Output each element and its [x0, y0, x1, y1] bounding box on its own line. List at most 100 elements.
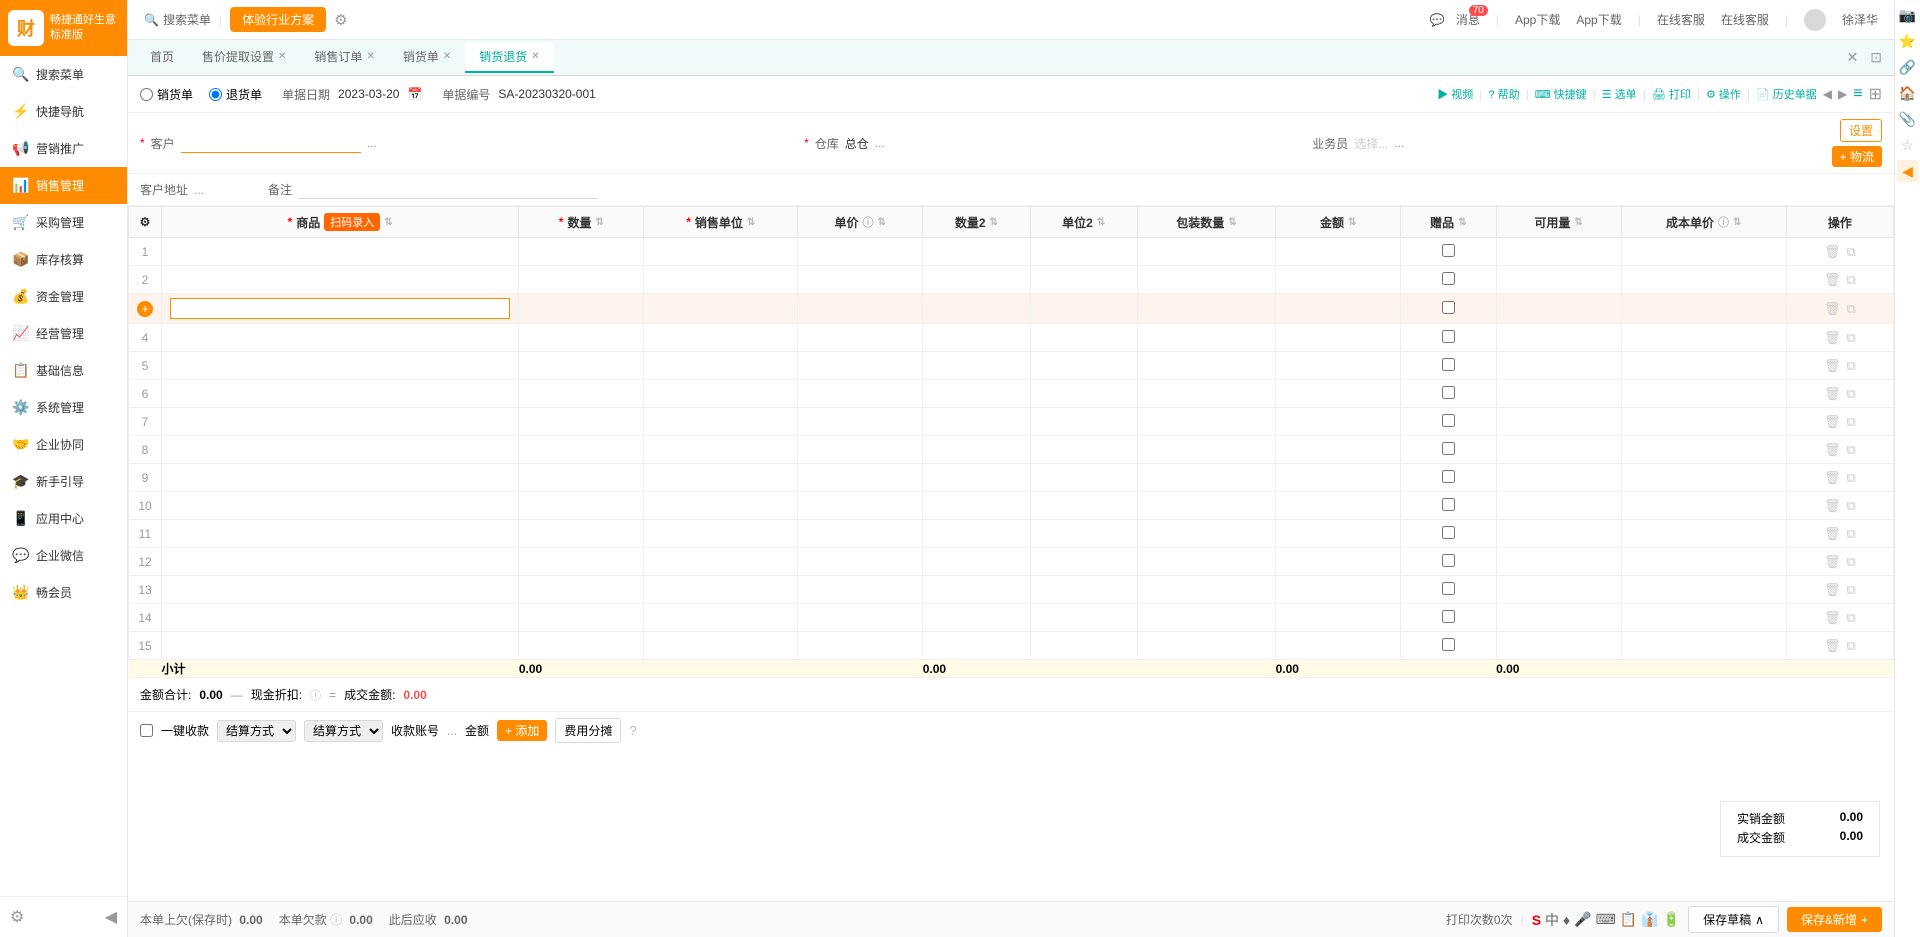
row-unit-price-8[interactable]: [798, 436, 923, 464]
row-qty-6[interactable]: [519, 380, 644, 408]
row-cost-price-9[interactable]: [1621, 464, 1786, 492]
sidebar-item-marketing[interactable]: 📢 营销推广: [0, 130, 127, 167]
shortcut-link[interactable]: ⌨ 快捷键: [1535, 86, 1587, 102]
row-pack-qty-4[interactable]: [1137, 324, 1275, 352]
row-product-5[interactable]: [162, 352, 519, 380]
app-download-link[interactable]: App下载: [1515, 11, 1560, 28]
row-copy-8[interactable]: ⧉: [1846, 442, 1855, 458]
row-gift-10[interactable]: [1401, 492, 1496, 520]
row-copy-13[interactable]: ⧉: [1846, 582, 1855, 598]
sidebar-item-shortcut[interactable]: ⚡ 快捷导航: [0, 93, 127, 130]
row-cost-price-3[interactable]: [1621, 294, 1786, 324]
video-icon[interactable]: ▶ 视频: [1437, 86, 1473, 102]
row-product-9[interactable]: [162, 464, 519, 492]
row-copy-15[interactable]: ⧉: [1846, 638, 1855, 654]
tab-return-close[interactable]: ✕: [531, 51, 539, 62]
row-pack-qty-13[interactable]: [1137, 576, 1275, 604]
staff-dots[interactable]: ...: [1394, 136, 1404, 150]
tab-delivery-close[interactable]: ✕: [443, 51, 451, 62]
row-available-11[interactable]: [1496, 520, 1621, 548]
row-copy-9[interactable]: ⧉: [1846, 470, 1855, 486]
row-copy-14[interactable]: ⧉: [1846, 610, 1855, 626]
window-close-btn[interactable]: ✕: [1843, 47, 1863, 68]
row-unit2-13[interactable]: [1030, 576, 1137, 604]
row-pack-qty-2[interactable]: [1137, 266, 1275, 294]
row-pack-qty-8[interactable]: [1137, 436, 1275, 464]
one-click-checkbox[interactable]: [140, 724, 153, 737]
row-sales-unit-13[interactable]: [644, 576, 798, 604]
row-unit-price-12[interactable]: [798, 548, 923, 576]
row-amount-5[interactable]: [1276, 352, 1401, 380]
row-pack-qty-5[interactable]: [1137, 352, 1275, 380]
row-amount-14[interactable]: [1276, 604, 1401, 632]
rp-icon-3[interactable]: 🔗: [1897, 56, 1919, 78]
row-available-5[interactable]: [1496, 352, 1621, 380]
remark-input[interactable]: [298, 180, 598, 199]
row-product-11[interactable]: [162, 520, 519, 548]
tab-return[interactable]: 销货退货 ✕: [465, 42, 553, 73]
row-sales-unit-10[interactable]: [644, 492, 798, 520]
row-unit2-1[interactable]: [1030, 238, 1137, 266]
experience-btn[interactable]: 体验行业方案: [230, 7, 326, 32]
add-payment-btn[interactable]: + 添加: [497, 720, 547, 741]
row-copy-1[interactable]: ⧉: [1846, 244, 1855, 260]
scan-btn[interactable]: 扫码录入: [324, 213, 380, 231]
rp-icon-4[interactable]: 🏠: [1897, 82, 1919, 104]
row-qty-2[interactable]: [519, 266, 644, 294]
row-pack-qty-3[interactable]: [1137, 294, 1275, 324]
fee-split-btn[interactable]: 费用分摊: [555, 718, 621, 743]
sidebar-item-member[interactable]: 👑 畅会员: [0, 574, 127, 611]
row-copy-10[interactable]: ⧉: [1846, 498, 1855, 514]
row-product-15[interactable]: [162, 632, 519, 660]
radio-delivery-input[interactable]: [140, 88, 153, 101]
row-sales-unit-1[interactable]: [644, 238, 798, 266]
available-sort-icon[interactable]: ⇅: [1574, 217, 1582, 228]
operate-link[interactable]: ⚙ 操作: [1706, 86, 1741, 102]
customer-input[interactable]: [181, 134, 361, 153]
row-cost-price-1[interactable]: [1621, 238, 1786, 266]
sidebar-item-apps[interactable]: 📱 应用中心: [0, 500, 127, 537]
tab-order[interactable]: 销售订单 ✕: [300, 42, 388, 73]
row-qty2-4[interactable]: [923, 324, 1030, 352]
row-gift-2[interactable]: [1401, 266, 1496, 294]
row-sales-unit-7[interactable]: [644, 408, 798, 436]
row-qty-9[interactable]: [519, 464, 644, 492]
row-unit-price-2[interactable]: [798, 266, 923, 294]
row-sales-unit-2[interactable]: [644, 266, 798, 294]
unit2-sort-icon[interactable]: ⇅: [1097, 217, 1105, 228]
row-unit-price-15[interactable]: [798, 632, 923, 660]
row-cost-price-4[interactable]: [1621, 324, 1786, 352]
row-gift-7[interactable]: [1401, 408, 1496, 436]
row-cost-price-13[interactable]: [1621, 576, 1786, 604]
row-amount-7[interactable]: [1276, 408, 1401, 436]
row-delete-3[interactable]: 🗑: [1824, 301, 1841, 317]
row-qty2-2[interactable]: [923, 266, 1030, 294]
row-unit-price-3[interactable]: [798, 294, 923, 324]
window-max-btn[interactable]: ⊡: [1866, 47, 1886, 68]
history-link[interactable]: 📄 历史单据: [1756, 86, 1817, 102]
settings-btn[interactable]: 设置: [1840, 119, 1882, 142]
sidebar-item-inventory[interactable]: 📦 库存核算: [0, 241, 127, 278]
row-available-4[interactable]: [1496, 324, 1621, 352]
save-draft-btn[interactable]: 保存草稿 ∧: [1688, 906, 1779, 933]
add-logistics-btn[interactable]: + 物流: [1832, 146, 1882, 167]
row-qty2-10[interactable]: [923, 492, 1030, 520]
row-qty2-13[interactable]: [923, 576, 1030, 604]
row-product-2[interactable]: [162, 266, 519, 294]
row-qty2-11[interactable]: [923, 520, 1030, 548]
row-product-8[interactable]: [162, 436, 519, 464]
customer-dots[interactable]: ...: [367, 136, 377, 150]
sidebar-item-purchase[interactable]: 🛒 采购管理: [0, 204, 127, 241]
row-delete-1[interactable]: 🗑: [1824, 244, 1841, 260]
row-pack-qty-14[interactable]: [1137, 604, 1275, 632]
sidebar-item-system[interactable]: ⚙️ 系统管理: [0, 389, 127, 426]
cost-price-sort-icon[interactable]: ⇅: [1733, 217, 1741, 228]
row-sales-unit-14[interactable]: [644, 604, 798, 632]
row-qty-4[interactable]: [519, 324, 644, 352]
row-unit2-15[interactable]: [1030, 632, 1137, 660]
row-pack-qty-12[interactable]: [1137, 548, 1275, 576]
row-qty2-9[interactable]: [923, 464, 1030, 492]
row-cost-price-15[interactable]: [1621, 632, 1786, 660]
sidebar-item-sales[interactable]: 📊 销售管理: [0, 167, 127, 204]
row-available-13[interactable]: [1496, 576, 1621, 604]
